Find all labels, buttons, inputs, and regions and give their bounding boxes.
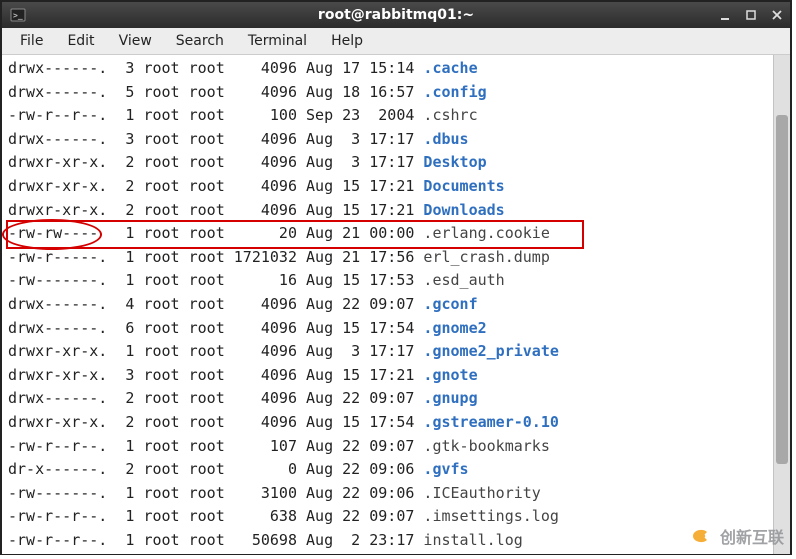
minimize-button[interactable]	[712, 2, 738, 28]
scrollbar-vertical[interactable]	[773, 55, 790, 554]
menu-help[interactable]: Help	[319, 30, 375, 52]
scrollbar-thumb[interactable]	[776, 115, 788, 464]
terminal-area[interactable]: drwx------. 3 root root 4096 Aug 17 15:1…	[2, 55, 790, 554]
table-row: -rw-r--r--. 1 root root 10031 Aug 2 23:1…	[8, 552, 784, 554]
row-filename: .gstreamer-0.10	[423, 413, 558, 431]
row-filename: erl_crash.dump	[423, 248, 549, 266]
row-filename: .gvfs	[423, 460, 468, 478]
svg-text:>_: >_	[13, 11, 23, 20]
table-row: -rw-------. 1 root root 3100 Aug 22 09:0…	[8, 482, 784, 506]
window-title: root@rabbitmq01:~	[2, 7, 790, 23]
table-row: -rw-------. 1 root root 16 Aug 15 17:53 …	[8, 269, 784, 293]
row-filename: Desktop	[423, 153, 486, 171]
row-filename: Documents	[423, 177, 504, 195]
titlebar[interactable]: >_ root@rabbitmq01:~	[2, 2, 790, 28]
row-meta: drwxr-xr-x. 3 root root 4096 Aug 15 17:2…	[8, 366, 423, 384]
table-row: drwxr-xr-x. 2 root root 4096 Aug 3 17:17…	[8, 151, 784, 175]
row-filename: .gtk-bookmarks	[423, 437, 549, 455]
row-filename: install.log	[423, 531, 522, 549]
row-filename: .cshrc	[423, 106, 477, 124]
close-button[interactable]	[764, 2, 790, 28]
row-filename: .erlang.cookie	[423, 224, 549, 242]
table-row: drwx------. 3 root root 4096 Aug 3 17:17…	[8, 128, 784, 152]
row-meta: dr-x------. 2 root root 0 Aug 22 09:06	[8, 460, 423, 478]
table-row: -rw-r-----. 1 root root 1721032 Aug 21 1…	[8, 246, 784, 270]
table-row: -rw-r--r--. 1 root root 638 Aug 22 09:07…	[8, 505, 784, 529]
row-meta: drwxr-xr-x. 2 root root 4096 Aug 15 17:2…	[8, 201, 423, 219]
row-meta: drwxr-xr-x. 1 root root 4096 Aug 3 17:17	[8, 342, 423, 360]
row-filename: .gnome2_private	[423, 342, 558, 360]
row-filename: .gconf	[423, 295, 477, 313]
row-meta: drwx------. 4 root root 4096 Aug 22 09:0…	[8, 295, 423, 313]
row-filename: .ICEauthority	[423, 484, 540, 502]
row-meta: -rw-rw---- 1 root root 20 Aug 21 00:00	[8, 224, 423, 242]
table-row: -rw-r--r--. 1 root root 50698 Aug 2 23:1…	[8, 529, 784, 553]
menu-terminal[interactable]: Terminal	[236, 30, 319, 52]
menu-edit[interactable]: Edit	[55, 30, 106, 52]
table-row: drwxr-xr-x. 2 root root 4096 Aug 15 17:2…	[8, 199, 784, 223]
table-row: -rw-r--r--. 1 root root 100 Sep 23 2004 …	[8, 104, 784, 128]
table-row: drwx------. 5 root root 4096 Aug 18 16:5…	[8, 81, 784, 105]
row-meta: drwxr-xr-x. 2 root root 4096 Aug 15 17:5…	[8, 413, 423, 431]
row-meta: -rw-r--r--. 1 root root 107 Aug 22 09:07	[8, 437, 423, 455]
table-row: drwx------. 4 root root 4096 Aug 22 09:0…	[8, 293, 784, 317]
row-filename: .dbus	[423, 130, 468, 148]
row-meta: -rw-------. 1 root root 3100 Aug 22 09:0…	[8, 484, 423, 502]
row-meta: -rw-r--r--. 1 root root 638 Aug 22 09:07	[8, 507, 423, 525]
row-meta: drwxr-xr-x. 2 root root 4096 Aug 15 17:2…	[8, 177, 423, 195]
terminal-output: drwx------. 3 root root 4096 Aug 17 15:1…	[2, 55, 790, 554]
row-filename: .gnupg	[423, 389, 477, 407]
row-filename: Downloads	[423, 201, 504, 219]
table-row: drwx------. 2 root root 4096 Aug 22 09:0…	[8, 387, 784, 411]
table-row: -rw-rw---- 1 root root 20 Aug 21 00:00 .…	[8, 222, 784, 246]
row-meta: drwxr-xr-x. 2 root root 4096 Aug 3 17:17	[8, 153, 423, 171]
row-meta: drwx------. 6 root root 4096 Aug 15 17:5…	[8, 319, 423, 337]
row-filename: .config	[423, 83, 486, 101]
table-row: -rw-r--r--. 1 root root 107 Aug 22 09:07…	[8, 435, 784, 459]
window-controls	[712, 2, 790, 28]
table-row: drwx------. 3 root root 4096 Aug 17 15:1…	[8, 57, 784, 81]
menu-search[interactable]: Search	[164, 30, 236, 52]
table-row: dr-x------. 2 root root 0 Aug 22 09:06 .…	[8, 458, 784, 482]
menu-view[interactable]: View	[107, 30, 164, 52]
table-row: drwxr-xr-x. 1 root root 4096 Aug 3 17:17…	[8, 340, 784, 364]
row-filename: .gnome2	[423, 319, 486, 337]
row-meta: drwx------. 3 root root 4096 Aug 17 15:1…	[8, 59, 423, 77]
app-icon: >_	[8, 5, 28, 25]
table-row: drwxr-xr-x. 2 root root 4096 Aug 15 17:2…	[8, 175, 784, 199]
row-filename: .gnote	[423, 366, 477, 384]
row-meta: drwx------. 2 root root 4096 Aug 22 09:0…	[8, 389, 423, 407]
row-meta: drwx------. 3 root root 4096 Aug 3 17:17	[8, 130, 423, 148]
table-row: drwx------. 6 root root 4096 Aug 15 17:5…	[8, 317, 784, 341]
row-filename: .imsettings.log	[423, 507, 558, 525]
maximize-button[interactable]	[738, 2, 764, 28]
row-meta: drwx------. 5 root root 4096 Aug 18 16:5…	[8, 83, 423, 101]
menubar: File Edit View Search Terminal Help	[2, 28, 790, 55]
row-meta: -rw-r--r--. 1 root root 100 Sep 23 2004	[8, 106, 423, 124]
row-filename: .esd_auth	[423, 271, 504, 289]
table-row: drwxr-xr-x. 3 root root 4096 Aug 15 17:2…	[8, 364, 784, 388]
row-meta: -rw-------. 1 root root 16 Aug 15 17:53	[8, 271, 423, 289]
menu-file[interactable]: File	[8, 30, 55, 52]
terminal-window: >_ root@rabbitmq01:~ File Edit View Sear…	[0, 0, 792, 555]
row-meta: -rw-r--r--. 1 root root 50698 Aug 2 23:1…	[8, 531, 423, 549]
row-filename: .cache	[423, 59, 477, 77]
table-row: drwxr-xr-x. 2 root root 4096 Aug 15 17:5…	[8, 411, 784, 435]
row-meta: -rw-r-----. 1 root root 1721032 Aug 21 1…	[8, 248, 423, 266]
